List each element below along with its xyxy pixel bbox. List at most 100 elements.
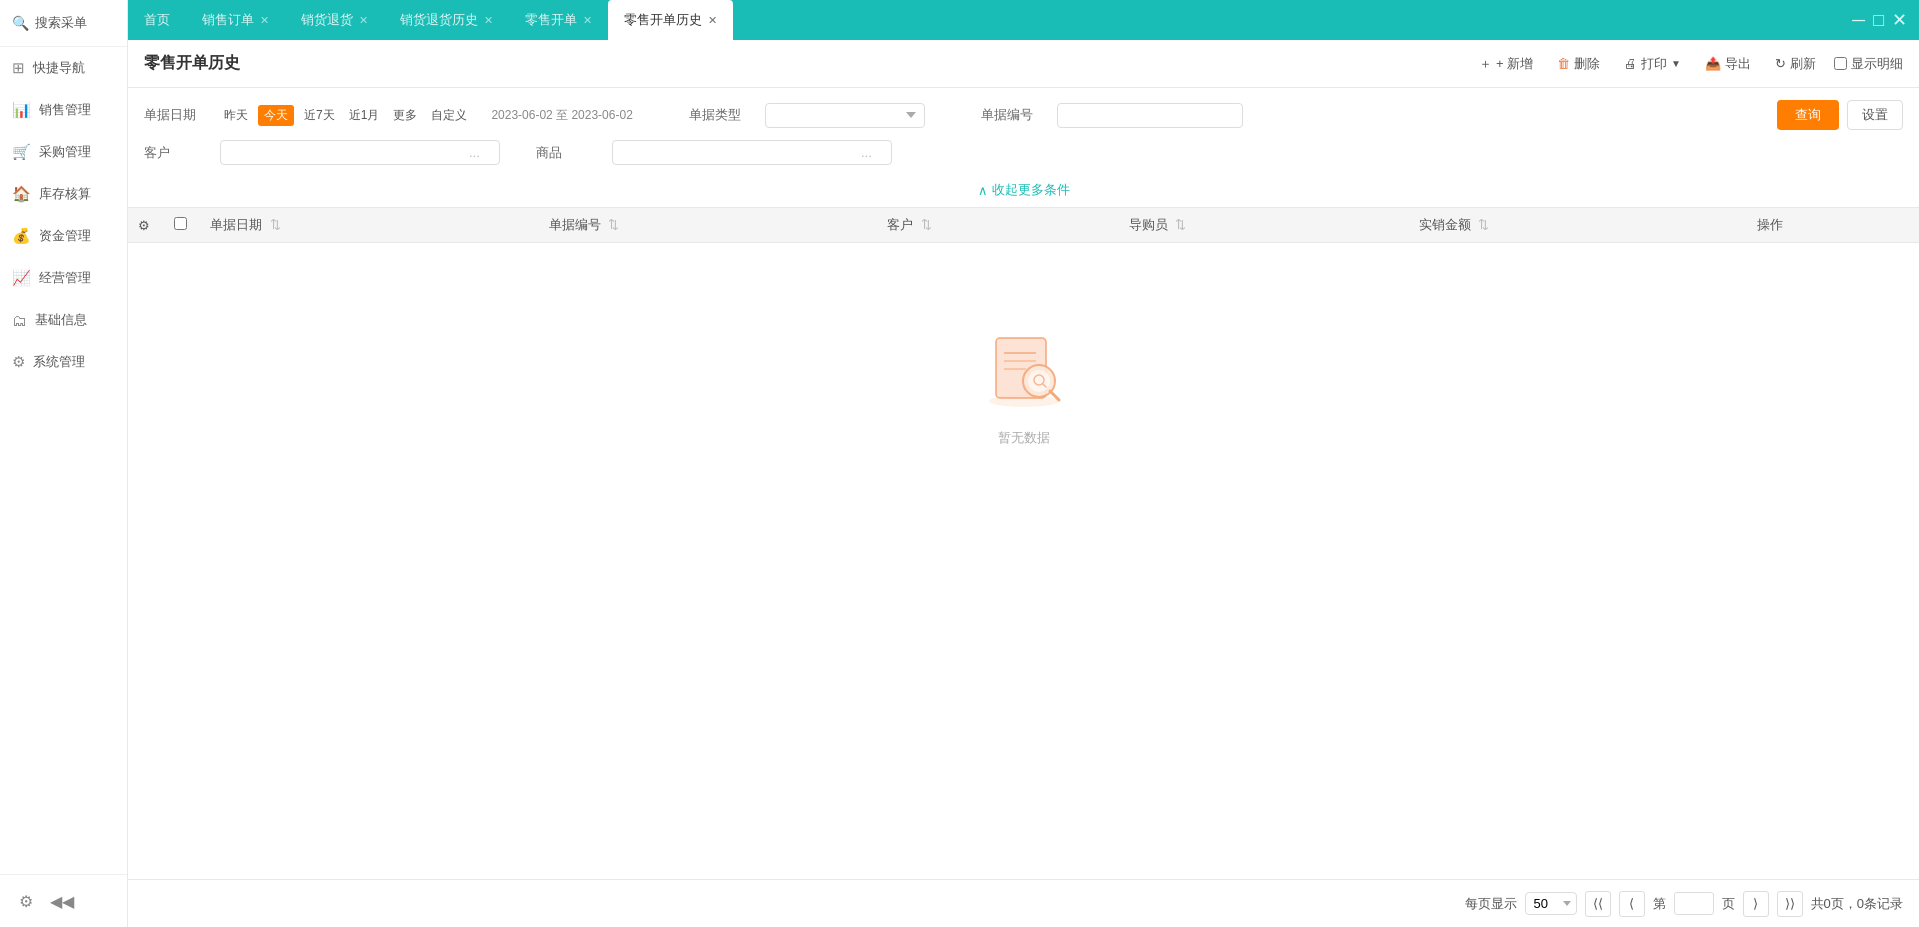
tab-retail-open-label: 零售开单 [525, 11, 577, 29]
add-icon: ＋ [1479, 55, 1492, 73]
sidebar-search[interactable]: 🔍 搜索采单 [0, 0, 127, 47]
filter-area: 单据日期 昨天 今天 近7天 近1月 更多 自定义 2023-06-02 至 2… [128, 88, 1919, 208]
empty-illustration [974, 323, 1074, 413]
show-detail-checkbox[interactable] [1834, 57, 1847, 70]
customer-label: 客户 [144, 144, 204, 162]
collapse-sidebar-button[interactable]: ◀◀ [48, 887, 76, 915]
th-checkbox[interactable] [164, 208, 200, 243]
date-opt-more[interactable]: 更多 [389, 105, 421, 126]
tab-retail-history[interactable]: 零售开单历史 ✕ [608, 0, 733, 40]
minimize-icon[interactable]: ─ [1852, 10, 1865, 31]
tab-sales-order[interactable]: 销售订单 ✕ [186, 0, 285, 40]
inventory-icon: 🏠 [12, 185, 31, 203]
print-button[interactable]: 🖨 打印 ▼ [1618, 51, 1687, 77]
export-button[interactable]: 📤 导出 [1699, 51, 1757, 77]
page-label: 第 [1653, 895, 1666, 913]
sort-date-icon[interactable]: ⇅ [270, 217, 281, 232]
date-opt-yesterday[interactable]: 昨天 [220, 105, 252, 126]
goods-label: 商品 [536, 144, 596, 162]
delete-label: 删除 [1574, 55, 1600, 73]
sidebar-item-operations[interactable]: 📈 经营管理 [0, 257, 127, 299]
tab-sales-return[interactable]: 销货退货 ✕ [285, 0, 384, 40]
goods-dots[interactable]: ... [861, 145, 872, 160]
th-guide[interactable]: 导购员 ⇅ [1119, 208, 1409, 243]
purchase-icon: 🛒 [12, 143, 31, 161]
tab-retail-open[interactable]: 零售开单 ✕ [509, 0, 608, 40]
date-opt-custom[interactable]: 自定义 [427, 105, 471, 126]
customer-dots[interactable]: ... [469, 145, 480, 160]
collapse-label: 收起更多条件 [992, 181, 1070, 199]
customer-input[interactable] [229, 145, 469, 160]
sidebar-item-inventory[interactable]: 🏠 库存核算 [0, 173, 127, 215]
tab-sales-return-close[interactable]: ✕ [359, 14, 368, 27]
th-date[interactable]: 单据日期 ⇅ [200, 208, 539, 243]
sidebar-item-label: 系统管理 [33, 353, 85, 371]
type-filter-select[interactable] [765, 103, 925, 128]
delete-button[interactable]: 🗑 删除 [1551, 51, 1606, 77]
doc-num-input[interactable] [1057, 103, 1243, 128]
th-settings[interactable]: ⚙ [128, 208, 164, 243]
close-window-icon[interactable]: ✕ [1892, 9, 1907, 31]
basic-info-icon: 🗂 [12, 312, 27, 329]
refresh-icon: ↻ [1775, 56, 1786, 71]
th-number[interactable]: 单据编号 ⇅ [539, 208, 878, 243]
sidebar-item-sales-mgmt[interactable]: 📊 销售管理 [0, 89, 127, 131]
per-page-select[interactable]: 50 100 200 [1525, 892, 1577, 915]
setting-button[interactable]: 设置 [1847, 100, 1903, 130]
sidebar-item-finance[interactable]: 💰 资金管理 [0, 215, 127, 257]
finance-icon: 💰 [12, 227, 31, 245]
tab-retail-open-close[interactable]: ✕ [583, 14, 592, 27]
sort-number-icon[interactable]: ⇅ [608, 217, 619, 232]
maximize-icon[interactable]: □ [1873, 10, 1884, 31]
query-button[interactable]: 查询 [1777, 100, 1839, 130]
collapse-more-btn[interactable]: ∧ 收起更多条件 [144, 175, 1903, 207]
sidebar-item-label: 资金管理 [39, 227, 91, 245]
th-actions-label: 操作 [1757, 217, 1783, 232]
data-table: ⚙ 单据日期 ⇅ 单据编号 ⇅ 客户 ⇅ [128, 208, 1919, 507]
tab-sales-order-close[interactable]: ✕ [260, 14, 269, 27]
refresh-button[interactable]: ↻ 刷新 [1769, 51, 1822, 77]
th-customer[interactable]: 客户 ⇅ [877, 208, 1118, 243]
sort-guide-icon[interactable]: ⇅ [1175, 217, 1186, 232]
empty-text: 暂无数据 [998, 429, 1050, 447]
date-opt-today[interactable]: 今天 [258, 105, 294, 126]
tab-sales-return-history-close[interactable]: ✕ [484, 14, 493, 27]
sidebar-item-label: 库存核算 [39, 185, 91, 203]
date-opt-1month[interactable]: 近1月 [345, 105, 384, 126]
sidebar-item-purchase-mgmt[interactable]: 🛒 采购管理 [0, 131, 127, 173]
gear-button[interactable]: ⚙ [12, 887, 40, 915]
sidebar-item-label: 经营管理 [39, 269, 91, 287]
tab-sales-return-history-label: 销货退货历史 [400, 11, 478, 29]
date-options: 昨天 今天 近7天 近1月 更多 自定义 [220, 105, 471, 126]
sidebar-item-basic-info[interactable]: 🗂 基础信息 [0, 299, 127, 341]
tab-retail-history-close[interactable]: ✕ [708, 14, 717, 27]
select-all-checkbox[interactable] [174, 217, 187, 230]
prev-page-button[interactable]: ⟨ [1619, 891, 1645, 917]
add-button[interactable]: ＋ + 新增 [1473, 51, 1539, 77]
sidebar-item-quick-nav[interactable]: ⊞ 快捷导航 [0, 47, 127, 89]
next-page-button[interactable]: ⟩ [1743, 891, 1769, 917]
goods-input[interactable] [621, 145, 861, 160]
last-page-button[interactable]: ⟩⟩ [1777, 891, 1803, 917]
main-content: 首页 销售订单 ✕ 销货退货 ✕ 销货退货历史 ✕ 零售开单 ✕ 零售开单历史 … [128, 0, 1919, 927]
date-opt-7days[interactable]: 近7天 [300, 105, 339, 126]
tab-bar: 首页 销售订单 ✕ 销货退货 ✕ 销货退货历史 ✕ 零售开单 ✕ 零售开单历史 … [128, 0, 1919, 40]
table-settings-icon[interactable]: ⚙ [138, 218, 150, 233]
tab-home[interactable]: 首页 [128, 0, 186, 40]
sidebar-item-label: 基础信息 [35, 311, 87, 329]
th-customer-label: 客户 [887, 217, 913, 232]
print-icon: 🖨 [1624, 56, 1637, 71]
tab-home-label: 首页 [144, 11, 170, 29]
tab-sales-return-history[interactable]: 销货退货历史 ✕ [384, 0, 509, 40]
show-detail-label[interactable]: 显示明细 [1834, 55, 1903, 73]
sidebar-item-system[interactable]: ⚙ 系统管理 [0, 341, 127, 383]
filter-row-2: 客户 ... 商品 ... [144, 140, 1903, 165]
th-amount-label: 实销金额 [1419, 217, 1471, 232]
sort-customer-icon[interactable]: ⇅ [921, 217, 932, 232]
sort-amount-icon[interactable]: ⇅ [1478, 217, 1489, 232]
sidebar-bottom: ⚙ ◀◀ [0, 874, 127, 927]
page-header: 零售开单历史 ＋ + 新增 🗑 删除 🖨 打印 ▼ 📤 导出 ↻ 刷新 [128, 40, 1919, 88]
first-page-button[interactable]: ⟨⟨ [1585, 891, 1611, 917]
th-amount[interactable]: 实销金额 ⇅ [1409, 208, 1748, 243]
page-input[interactable]: 1 [1674, 892, 1714, 915]
